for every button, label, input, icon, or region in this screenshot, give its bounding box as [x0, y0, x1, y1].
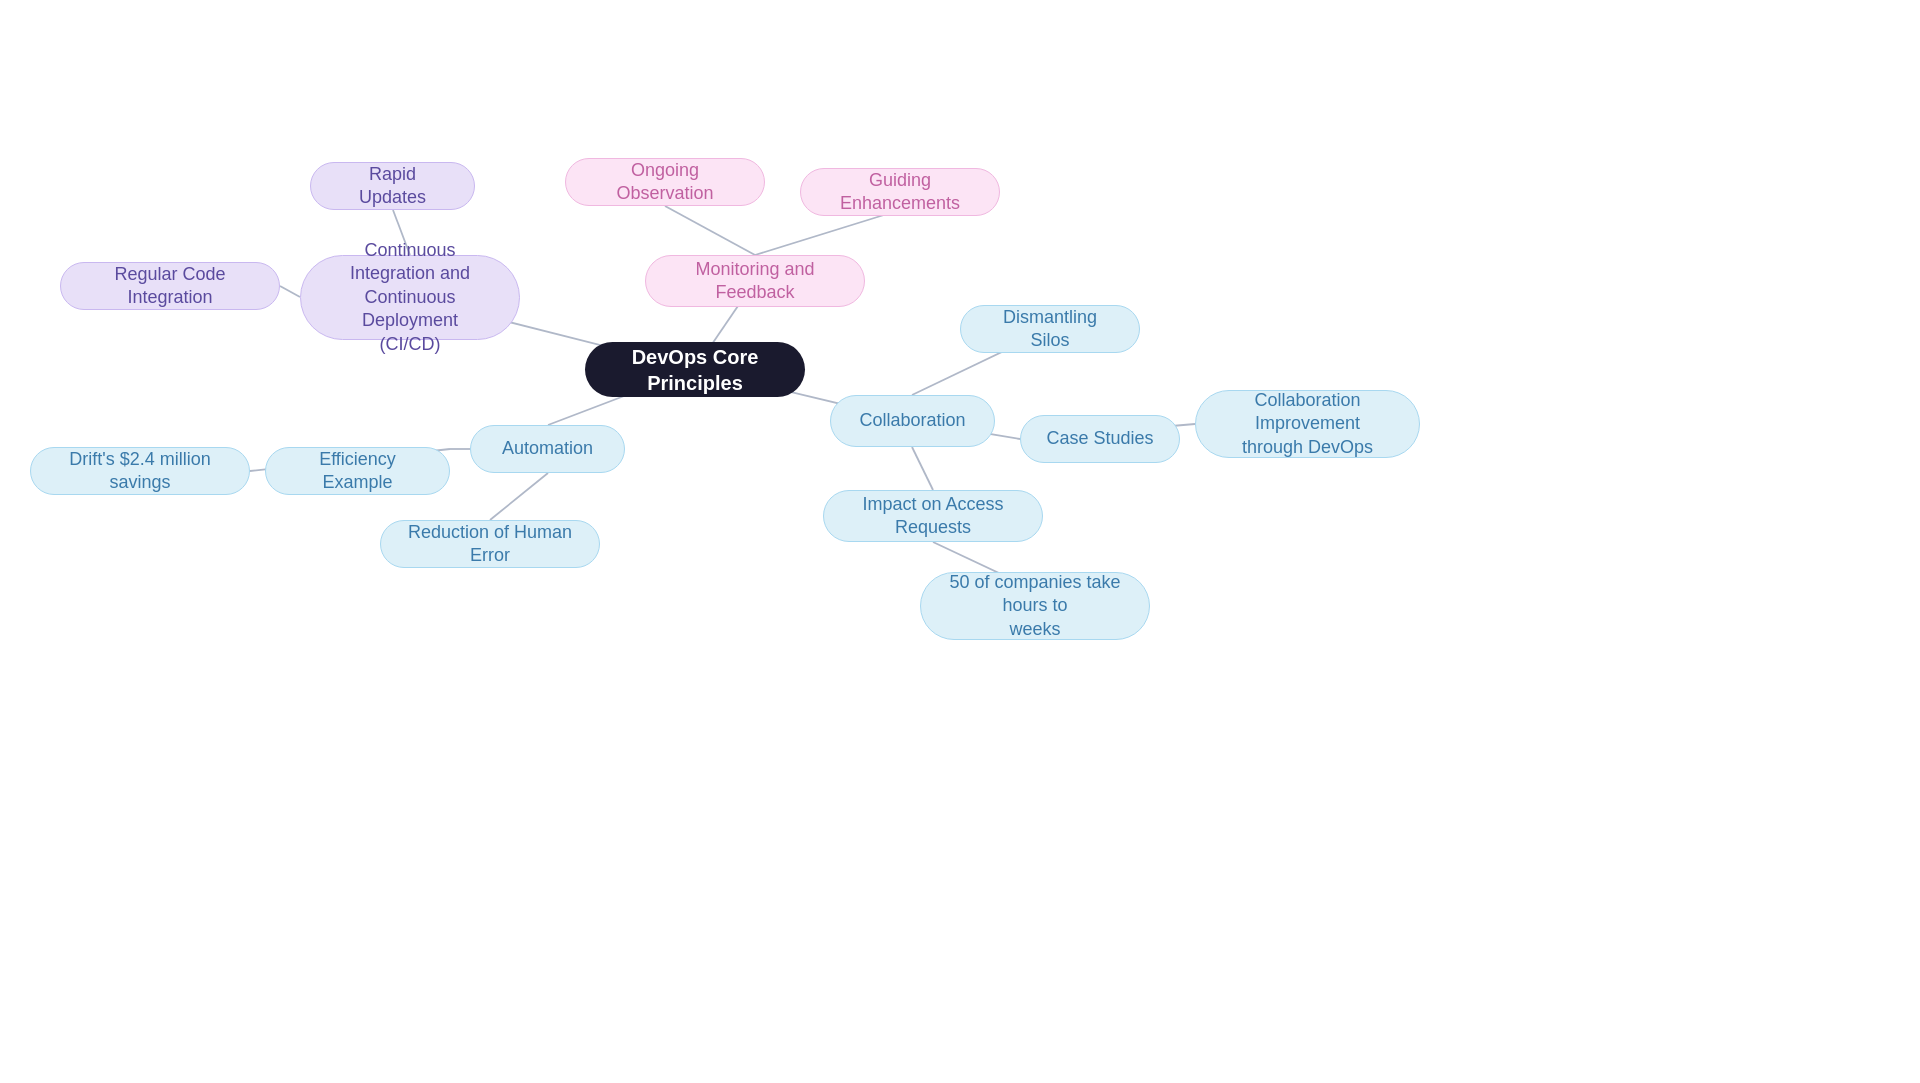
node-automation: Automation [470, 425, 625, 473]
node-collaboration: Collaboration [830, 395, 995, 447]
reduction-label: Reduction of Human Error [403, 521, 577, 568]
svg-line-5 [755, 210, 900, 255]
node-reduction: Reduction of Human Error [380, 520, 600, 568]
svg-line-9 [490, 473, 548, 520]
node-guiding: Guiding Enhancements [800, 168, 1000, 216]
drift-label: Drift's $2.4 million savings [53, 448, 227, 495]
automation-label: Automation [502, 437, 593, 460]
node-fifty: 50 of companies take hours toweeks [920, 572, 1150, 640]
ongoing-label: Ongoing Observation [588, 159, 742, 206]
collab-improve-label: Collaboration Improvementthrough DevOps [1218, 389, 1397, 459]
node-center: DevOps Core Principles [585, 342, 805, 397]
regular-code-label: Regular Code Integration [83, 263, 257, 310]
cicd-label: Continuous Integration andContinuous Dep… [323, 239, 497, 356]
center-label: DevOps Core Principles [607, 344, 783, 396]
svg-line-2 [280, 286, 300, 297]
node-drift: Drift's $2.4 million savings [30, 447, 250, 495]
collaboration-label: Collaboration [859, 409, 965, 432]
svg-line-14 [912, 447, 933, 490]
node-rapid-updates: Rapid Updates [310, 162, 475, 210]
node-case-studies: Case Studies [1020, 415, 1180, 463]
efficiency-label: Efficiency Example [288, 448, 427, 495]
svg-line-4 [665, 206, 755, 255]
node-monitoring: Monitoring and Feedback [645, 255, 865, 307]
node-impact: Impact on Access Requests [823, 490, 1043, 542]
fifty-label: 50 of companies take hours toweeks [943, 571, 1127, 641]
node-cicd: Continuous Integration andContinuous Dep… [300, 255, 520, 340]
case-studies-label: Case Studies [1046, 427, 1153, 450]
impact-label: Impact on Access Requests [846, 493, 1020, 540]
dismantling-label: Dismantling Silos [983, 306, 1117, 353]
rapid-updates-label: Rapid Updates [333, 163, 452, 210]
node-efficiency: Efficiency Example [265, 447, 450, 495]
node-dismantling: Dismantling Silos [960, 305, 1140, 353]
node-collab-improve: Collaboration Improvementthrough DevOps [1195, 390, 1420, 458]
monitoring-label: Monitoring and Feedback [668, 258, 842, 305]
node-ongoing: Ongoing Observation [565, 158, 765, 206]
guiding-label: Guiding Enhancements [823, 169, 977, 216]
node-regular-code: Regular Code Integration [60, 262, 280, 310]
